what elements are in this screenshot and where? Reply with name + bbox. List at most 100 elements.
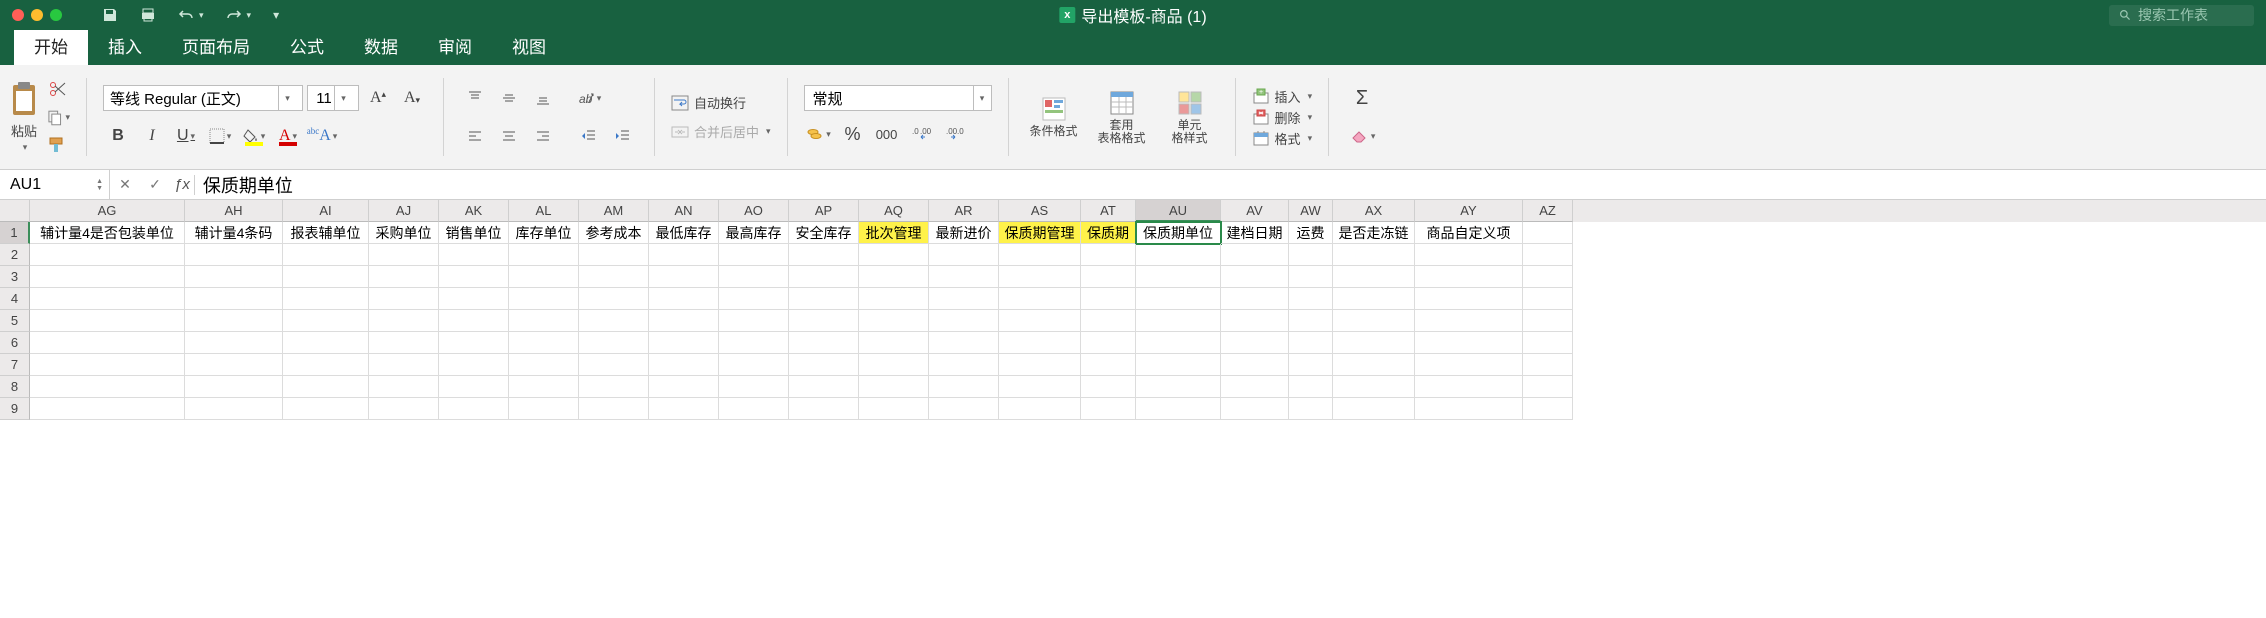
enter-formula-button[interactable]: ✓: [140, 176, 170, 193]
search-input[interactable]: 搜索工作表: [2109, 5, 2254, 26]
cell-AX4[interactable]: [1333, 288, 1415, 310]
cell-AQ4[interactable]: [859, 288, 929, 310]
cell-AU6[interactable]: [1136, 332, 1221, 354]
cell-AS6[interactable]: [999, 332, 1081, 354]
cell-AX3[interactable]: [1333, 266, 1415, 288]
cell-AG7[interactable]: [30, 354, 185, 376]
cell-AX9[interactable]: [1333, 398, 1415, 420]
cell-AL6[interactable]: [509, 332, 579, 354]
cell-AP5[interactable]: [789, 310, 859, 332]
decrease-decimal-button[interactable]: .00.0: [940, 119, 970, 149]
cell-AK6[interactable]: [439, 332, 509, 354]
cell-AY1[interactable]: 商品自定义项: [1415, 222, 1523, 244]
cell-AQ8[interactable]: [859, 376, 929, 398]
cell-AW6[interactable]: [1289, 332, 1333, 354]
cell-AK8[interactable]: [439, 376, 509, 398]
column-header-AK[interactable]: AK: [439, 200, 509, 222]
cell-AL8[interactable]: [509, 376, 579, 398]
column-header-AY[interactable]: AY: [1415, 200, 1523, 222]
select-all-corner[interactable]: [0, 200, 30, 222]
minimize-window-button[interactable]: [31, 9, 43, 21]
cell-AI8[interactable]: [283, 376, 369, 398]
cell-AM3[interactable]: [579, 266, 649, 288]
cell-AV5[interactable]: [1221, 310, 1289, 332]
formula-input[interactable]: 保质期单位: [195, 172, 293, 198]
cell-AR2[interactable]: [929, 244, 999, 266]
cell-AS3[interactable]: [999, 266, 1081, 288]
cell-AV9[interactable]: [1221, 398, 1289, 420]
cell-AZ7[interactable]: [1523, 354, 1573, 376]
cell-AG5[interactable]: [30, 310, 185, 332]
column-header-AL[interactable]: AL: [509, 200, 579, 222]
cell-styles-button[interactable]: 单元 格样式: [1161, 89, 1219, 145]
cell-AV7[interactable]: [1221, 354, 1289, 376]
align-right-button[interactable]: [528, 121, 558, 151]
conditional-format-button[interactable]: 条件格式: [1025, 95, 1083, 138]
column-header-AT[interactable]: AT: [1081, 200, 1136, 222]
orientation-button[interactable]: ab▾: [574, 83, 604, 113]
cell-AJ6[interactable]: [369, 332, 439, 354]
cell-AK2[interactable]: [439, 244, 509, 266]
cell-AY3[interactable]: [1415, 266, 1523, 288]
row-header-8[interactable]: 8: [0, 376, 30, 398]
column-header-AV[interactable]: AV: [1221, 200, 1289, 222]
column-header-AN[interactable]: AN: [649, 200, 719, 222]
cell-AL7[interactable]: [509, 354, 579, 376]
copy-button[interactable]: ▾: [46, 106, 70, 128]
cell-AH5[interactable]: [185, 310, 283, 332]
paste-button[interactable]: 粘贴 ▾: [8, 81, 40, 153]
delete-cells-button[interactable]: 删除▾: [1252, 108, 1313, 127]
cell-AN4[interactable]: [649, 288, 719, 310]
align-middle-button[interactable]: [494, 83, 524, 113]
cell-AY6[interactable]: [1415, 332, 1523, 354]
cell-AI3[interactable]: [283, 266, 369, 288]
row-header-5[interactable]: 5: [0, 310, 30, 332]
cell-AU8[interactable]: [1136, 376, 1221, 398]
cell-AQ1[interactable]: 批次管理: [859, 222, 929, 244]
cell-AH4[interactable]: [185, 288, 283, 310]
cell-AJ3[interactable]: [369, 266, 439, 288]
cell-AY2[interactable]: [1415, 244, 1523, 266]
autosum-button[interactable]: Σ: [1345, 83, 1379, 113]
cell-AU9[interactable]: [1136, 398, 1221, 420]
cell-AY8[interactable]: [1415, 376, 1523, 398]
cell-AL9[interactable]: [509, 398, 579, 420]
column-header-AO[interactable]: AO: [719, 200, 789, 222]
italic-button[interactable]: I: [137, 121, 167, 151]
cell-AX6[interactable]: [1333, 332, 1415, 354]
row-header-2[interactable]: 2: [0, 244, 30, 266]
cell-AZ8[interactable]: [1523, 376, 1573, 398]
cell-AH7[interactable]: [185, 354, 283, 376]
cell-AS1[interactable]: 保质期管理: [999, 222, 1081, 244]
cell-AP7[interactable]: [789, 354, 859, 376]
cell-AQ6[interactable]: [859, 332, 929, 354]
cell-AW4[interactable]: [1289, 288, 1333, 310]
comma-button[interactable]: 000: [872, 119, 902, 149]
phonetic-button[interactable]: abcA▾: [307, 121, 337, 151]
cell-AZ5[interactable]: [1523, 310, 1573, 332]
column-header-AQ[interactable]: AQ: [859, 200, 929, 222]
close-window-button[interactable]: [12, 9, 24, 21]
cell-AR6[interactable]: [929, 332, 999, 354]
cell-AM4[interactable]: [579, 288, 649, 310]
cell-AT5[interactable]: [1081, 310, 1136, 332]
table-format-button[interactable]: 套用 表格格式: [1093, 89, 1151, 145]
cell-AM6[interactable]: [579, 332, 649, 354]
cell-AH9[interactable]: [185, 398, 283, 420]
font-name-combo[interactable]: 等线 Regular (正文)▾: [103, 85, 303, 111]
namebox-stepper[interactable]: ▲▼: [96, 178, 103, 192]
cell-AK3[interactable]: [439, 266, 509, 288]
cell-AL2[interactable]: [509, 244, 579, 266]
cell-AK1[interactable]: 销售单位: [439, 222, 509, 244]
cell-AY5[interactable]: [1415, 310, 1523, 332]
qat-customize[interactable]: ▾: [273, 8, 279, 22]
cell-AP4[interactable]: [789, 288, 859, 310]
cell-AP1[interactable]: 安全库存: [789, 222, 859, 244]
fx-icon[interactable]: ƒx: [174, 176, 190, 193]
cell-AQ7[interactable]: [859, 354, 929, 376]
cell-AJ8[interactable]: [369, 376, 439, 398]
cell-AL3[interactable]: [509, 266, 579, 288]
row-header-4[interactable]: 4: [0, 288, 30, 310]
column-header-AZ[interactable]: AZ: [1523, 200, 1573, 222]
cell-AI2[interactable]: [283, 244, 369, 266]
